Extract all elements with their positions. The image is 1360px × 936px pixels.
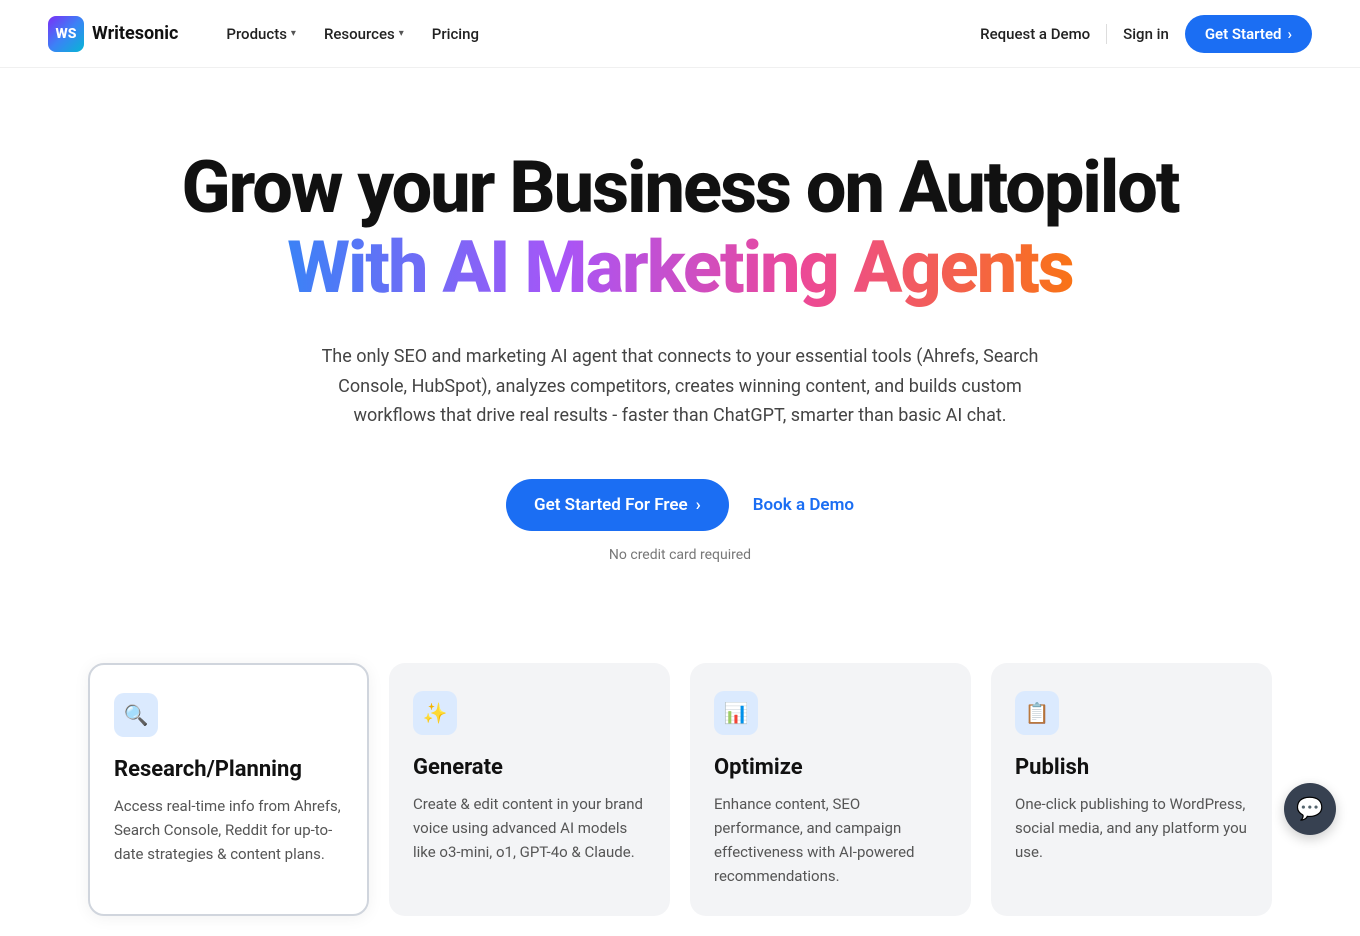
hero-title: Grow your Business on Autopilot With AI … xyxy=(182,148,1179,310)
get-started-free-label: Get Started For Free xyxy=(534,495,688,515)
get-started-label: Get Started xyxy=(1205,25,1282,43)
card-optimize-title: Optimize xyxy=(714,755,947,780)
nav-link-products[interactable]: Products ▾ xyxy=(214,17,308,51)
card-research-desc: Access real-time info from Ahrefs, Searc… xyxy=(114,794,343,866)
logo-icon: WS xyxy=(48,16,84,52)
nav-link-resources[interactable]: Resources ▾ xyxy=(312,17,416,51)
sign-in-link[interactable]: Sign in xyxy=(1123,25,1169,43)
card-generate: ✨ Generate Create & edit content in your… xyxy=(389,663,670,916)
card-publish: 📋 Publish One-click publishing to WordPr… xyxy=(991,663,1272,916)
nav-left: WS Writesonic Products ▾ Resources ▾ Pri… xyxy=(48,16,491,52)
chevron-down-icon: ▾ xyxy=(291,28,296,39)
hero-section: Grow your Business on Autopilot With AI … xyxy=(0,68,1360,623)
navbar: WS Writesonic Products ▾ Resources ▾ Pri… xyxy=(0,0,1360,68)
optimize-icon: 📊 xyxy=(714,691,758,735)
card-generate-title: Generate xyxy=(413,755,646,780)
nav-pricing-label: Pricing xyxy=(432,25,479,43)
chat-icon: 💬 xyxy=(1296,797,1323,822)
nav-resources-label: Resources xyxy=(324,25,395,43)
nav-link-pricing[interactable]: Pricing xyxy=(420,17,491,51)
chat-widget-button[interactable]: 💬 xyxy=(1284,783,1336,835)
feature-cards: 🔍 Research/Planning Access real-time inf… xyxy=(40,623,1320,936)
hero-title-line1: Grow your Business on Autopilot xyxy=(182,145,1179,230)
card-generate-desc: Create & edit content in your brand voic… xyxy=(413,792,646,864)
hero-buttons: Get Started For Free › Book a Demo xyxy=(506,479,854,531)
nav-right: Request a Demo Sign in Get Started › xyxy=(980,15,1312,53)
card-research: 🔍 Research/Planning Access real-time inf… xyxy=(88,663,369,916)
publish-icon: 📋 xyxy=(1015,691,1059,735)
get-started-button[interactable]: Get Started › xyxy=(1185,15,1312,53)
get-started-free-button[interactable]: Get Started For Free › xyxy=(506,479,729,531)
nav-products-label: Products xyxy=(226,25,287,43)
nav-links: Products ▾ Resources ▾ Pricing xyxy=(214,17,491,51)
generate-icon: ✨ xyxy=(413,691,457,735)
hero-subtitle: The only SEO and marketing AI agent that… xyxy=(310,342,1050,431)
card-publish-title: Publish xyxy=(1015,755,1248,780)
nav-divider xyxy=(1106,24,1107,44)
card-optimize: 📊 Optimize Enhance content, SEO performa… xyxy=(690,663,971,916)
research-icon: 🔍 xyxy=(114,693,158,737)
logo-text: Writesonic xyxy=(92,23,178,44)
arrow-icon: › xyxy=(1287,25,1292,43)
hero-title-line2: With AI Marketing Agents xyxy=(287,225,1073,310)
card-optimize-desc: Enhance content, SEO performance, and ca… xyxy=(714,792,947,888)
logo-link[interactable]: WS Writesonic xyxy=(48,16,178,52)
hero-note: No credit card required xyxy=(609,547,751,563)
card-publish-desc: One-click publishing to WordPress, socia… xyxy=(1015,792,1248,864)
chevron-down-icon: ▾ xyxy=(399,28,404,39)
card-research-title: Research/Planning xyxy=(114,757,343,782)
arrow-icon: › xyxy=(696,495,701,515)
book-demo-button[interactable]: Book a Demo xyxy=(753,495,854,515)
request-demo-link[interactable]: Request a Demo xyxy=(980,25,1090,43)
